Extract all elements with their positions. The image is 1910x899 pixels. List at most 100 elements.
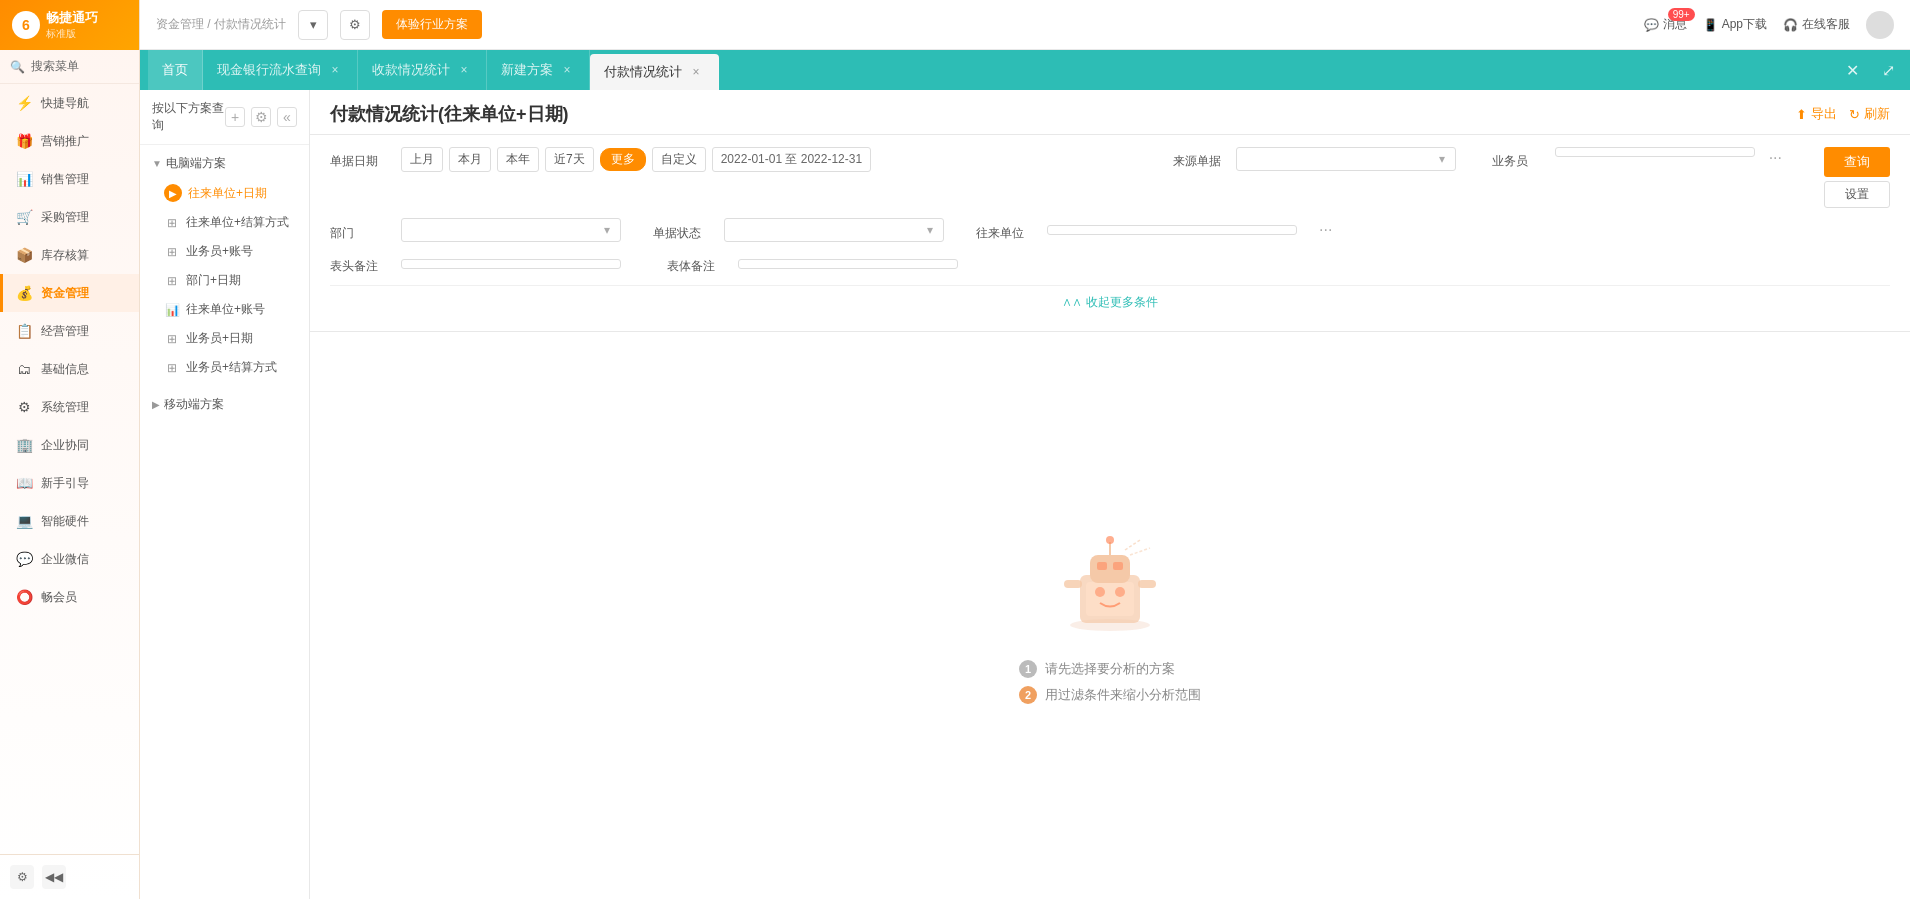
scheme-item-label: 业务员+日期 [186, 330, 253, 347]
collapse-more-btn[interactable]: ∧∧ 收起更多条件 [330, 285, 1890, 319]
more-dates-btn[interactable]: 更多 [600, 148, 646, 171]
trial-scheme-btn[interactable]: 体验行业方案 [382, 10, 482, 39]
filter-row-1: 单据日期 上月 本月 本年 近7天 更多 自定义 2022-01-01 至 20… [330, 147, 1890, 208]
sidebar-item-operation[interactable]: 📋 经营管理 [0, 312, 139, 350]
close-all-btn[interactable]: ✕ [1838, 56, 1866, 84]
tab-new-scheme-label: 新建方案 [501, 61, 553, 79]
tab-payment-stats-label: 付款情况统计 [604, 63, 682, 81]
scheme-item-dept-date[interactable]: ⊞ 部门+日期 [140, 266, 309, 295]
refresh-btn[interactable]: ↻ 刷新 [1849, 105, 1890, 123]
filter-row-2: 部门 ▾ 单据状态 ▾ 往来单位 ··· [330, 218, 1890, 242]
scheme-item-staff-settle[interactable]: ⊞ 业务员+结算方式 [140, 353, 309, 382]
sidebar-item-system[interactable]: ⚙ 系统管理 [0, 388, 139, 426]
last-month-btn[interactable]: 上月 [401, 147, 443, 172]
hardware-icon: 💻 [15, 512, 33, 530]
staff-input[interactable] [1555, 147, 1755, 157]
tab-new-scheme-close[interactable]: × [559, 62, 575, 78]
sidebar-item-sales[interactable]: 📊 销售管理 [0, 160, 139, 198]
scheme-item-unit-account[interactable]: 📊 往来单位+账号 [140, 295, 309, 324]
content: 按以下方案查询 + ⚙ « ▼ 电脑端方案 ▶ 往来单位+日期 ⊞ [140, 90, 1910, 899]
dept-select[interactable]: ▾ [401, 218, 621, 242]
settings-filter-btn[interactable]: 设置 [1824, 181, 1890, 208]
this-month-btn[interactable]: 本月 [449, 147, 491, 172]
tab-bank-flow[interactable]: 现金银行流水查询 × [203, 50, 358, 90]
tabbar-actions: ✕ ⤢ [1838, 56, 1902, 84]
svg-rect-11 [1138, 580, 1156, 588]
sidebar-item-guide[interactable]: 📖 新手引导 [0, 464, 139, 502]
desktop-scheme-group: ▼ 电脑端方案 ▶ 往来单位+日期 ⊞ 往来单位+结算方式 ⊞ 业务员+账号 ⊞ [140, 145, 309, 386]
partner-label: 往来单位 [976, 219, 1031, 242]
tab-receipt-stats[interactable]: 收款情况统计 × [358, 50, 487, 90]
scheme-settings-btn[interactable]: ⚙ [251, 107, 271, 127]
scheme-item-staff-date[interactable]: ⊞ 业务员+日期 [140, 324, 309, 353]
scheme-header-title: 按以下方案查询 [152, 100, 225, 134]
desktop-group-title[interactable]: ▼ 电脑端方案 [140, 149, 309, 178]
staff-settle-icon: ⊞ [164, 360, 180, 376]
tab-home[interactable]: 首页 [148, 50, 203, 90]
query-btn[interactable]: 查询 [1824, 147, 1890, 177]
scheme-header-actions: + ⚙ « [225, 107, 297, 127]
export-btn[interactable]: ⬆ 导出 [1796, 105, 1837, 123]
scheme-item-staff-account[interactable]: ⊞ 业务员+账号 [140, 237, 309, 266]
sidebar-item-basic[interactable]: 🗂 基础信息 [0, 350, 139, 388]
app-download-btn[interactable]: 📱 App下载 [1703, 16, 1767, 33]
tip-text-1: 请先选择要分析的方案 [1045, 660, 1175, 678]
tab-receipt-stats-close[interactable]: × [456, 62, 472, 78]
topbar-right: 💬 消息 99+ 📱 App下载 🎧 在线客服 [1644, 11, 1894, 39]
partner-more-btn[interactable]: ··· [1313, 219, 1338, 241]
sidebar-item-label: 采购管理 [41, 209, 89, 226]
sidebar-collapse-btn[interactable]: ◀◀ [42, 865, 66, 889]
header-note-input[interactable] [401, 259, 621, 269]
messages-btn[interactable]: 💬 消息 99+ [1644, 16, 1687, 33]
logo-icon: 6 [12, 11, 40, 39]
dept-select-arrow: ▾ [604, 223, 610, 237]
topbar: 资金管理 / 付款情况统计 ▾ ⚙ 体验行业方案 💬 消息 99+ 📱 App下… [140, 0, 1910, 50]
tab-payment-stats[interactable]: 付款情况统计 × [590, 54, 719, 90]
add-scheme-btn[interactable]: + [225, 107, 245, 127]
tab-payment-stats-close[interactable]: × [688, 64, 704, 80]
svg-line-13 [1130, 548, 1150, 555]
sidebar-item-wechat[interactable]: 💬 企业微信 [0, 540, 139, 578]
scheme-item-unit-date[interactable]: ▶ 往来单位+日期 [140, 178, 309, 208]
body-note-input[interactable] [738, 259, 958, 269]
query-actions: 查询 设置 [1824, 147, 1890, 208]
sidebar-item-hardware[interactable]: 💻 智能硬件 [0, 502, 139, 540]
sidebar-item-purchase[interactable]: 🛒 采购管理 [0, 198, 139, 236]
scheme-item-label: 业务员+账号 [186, 243, 253, 260]
scheme-item-unit-settle[interactable]: ⊞ 往来单位+结算方式 [140, 208, 309, 237]
sidebar-item-quick-nav[interactable]: ⚡ 快捷导航 [0, 84, 139, 122]
last-7days-btn[interactable]: 近7天 [545, 147, 594, 172]
svg-line-12 [1125, 540, 1140, 550]
search-label: 搜索菜单 [31, 58, 79, 75]
tab-new-scheme[interactable]: 新建方案 × [487, 50, 590, 90]
online-service-btn[interactable]: 🎧 在线客服 [1783, 16, 1850, 33]
marketing-icon: 🎁 [15, 132, 33, 150]
custom-date-btn[interactable]: 自定义 [652, 147, 706, 172]
sidebar-item-member[interactable]: ⭕ 畅会员 [0, 578, 139, 616]
tab-bank-flow-close[interactable]: × [327, 62, 343, 78]
scheme-panel: 按以下方案查询 + ⚙ « ▼ 电脑端方案 ▶ 往来单位+日期 ⊞ [140, 90, 310, 899]
tip-text-2: 用过滤条件来缩小分析范围 [1045, 686, 1201, 704]
scheme-collapse-btn[interactable]: « [277, 107, 297, 127]
sidebar-item-enterprise[interactable]: 🏢 企业协同 [0, 426, 139, 464]
staff-more-btn[interactable]: ··· [1763, 147, 1788, 169]
member-icon: ⭕ [15, 588, 33, 606]
mobile-group-label: 移动端方案 [164, 396, 224, 413]
this-year-btn[interactable]: 本年 [497, 147, 539, 172]
mobile-group-title[interactable]: ▶ 移动端方案 [140, 390, 309, 419]
sidebar-item-inventory[interactable]: 📦 库存核算 [0, 236, 139, 274]
guide-icon: 📖 [15, 474, 33, 492]
expand-btn[interactable]: ⤢ [1874, 56, 1902, 84]
topbar-dropdown[interactable]: ▾ [298, 10, 328, 40]
avatar[interactable] [1866, 11, 1894, 39]
sidebar-settings-btn[interactable]: ⚙ [10, 865, 34, 889]
partner-input[interactable] [1047, 225, 1297, 235]
sidebar-item-marketing[interactable]: 🎁 营销推广 [0, 122, 139, 160]
doc-status-select[interactable]: ▾ [724, 218, 944, 242]
logo-text: 畅捷通巧 标准版 [46, 9, 98, 41]
source-select[interactable]: ▾ [1236, 147, 1456, 171]
search-menu[interactable]: 🔍 搜索菜单 [0, 50, 139, 84]
tip-num-2: 2 [1019, 686, 1037, 704]
topbar-settings-btn[interactable]: ⚙ [340, 10, 370, 40]
sidebar-item-finance[interactable]: 💰 资金管理 [0, 274, 139, 312]
